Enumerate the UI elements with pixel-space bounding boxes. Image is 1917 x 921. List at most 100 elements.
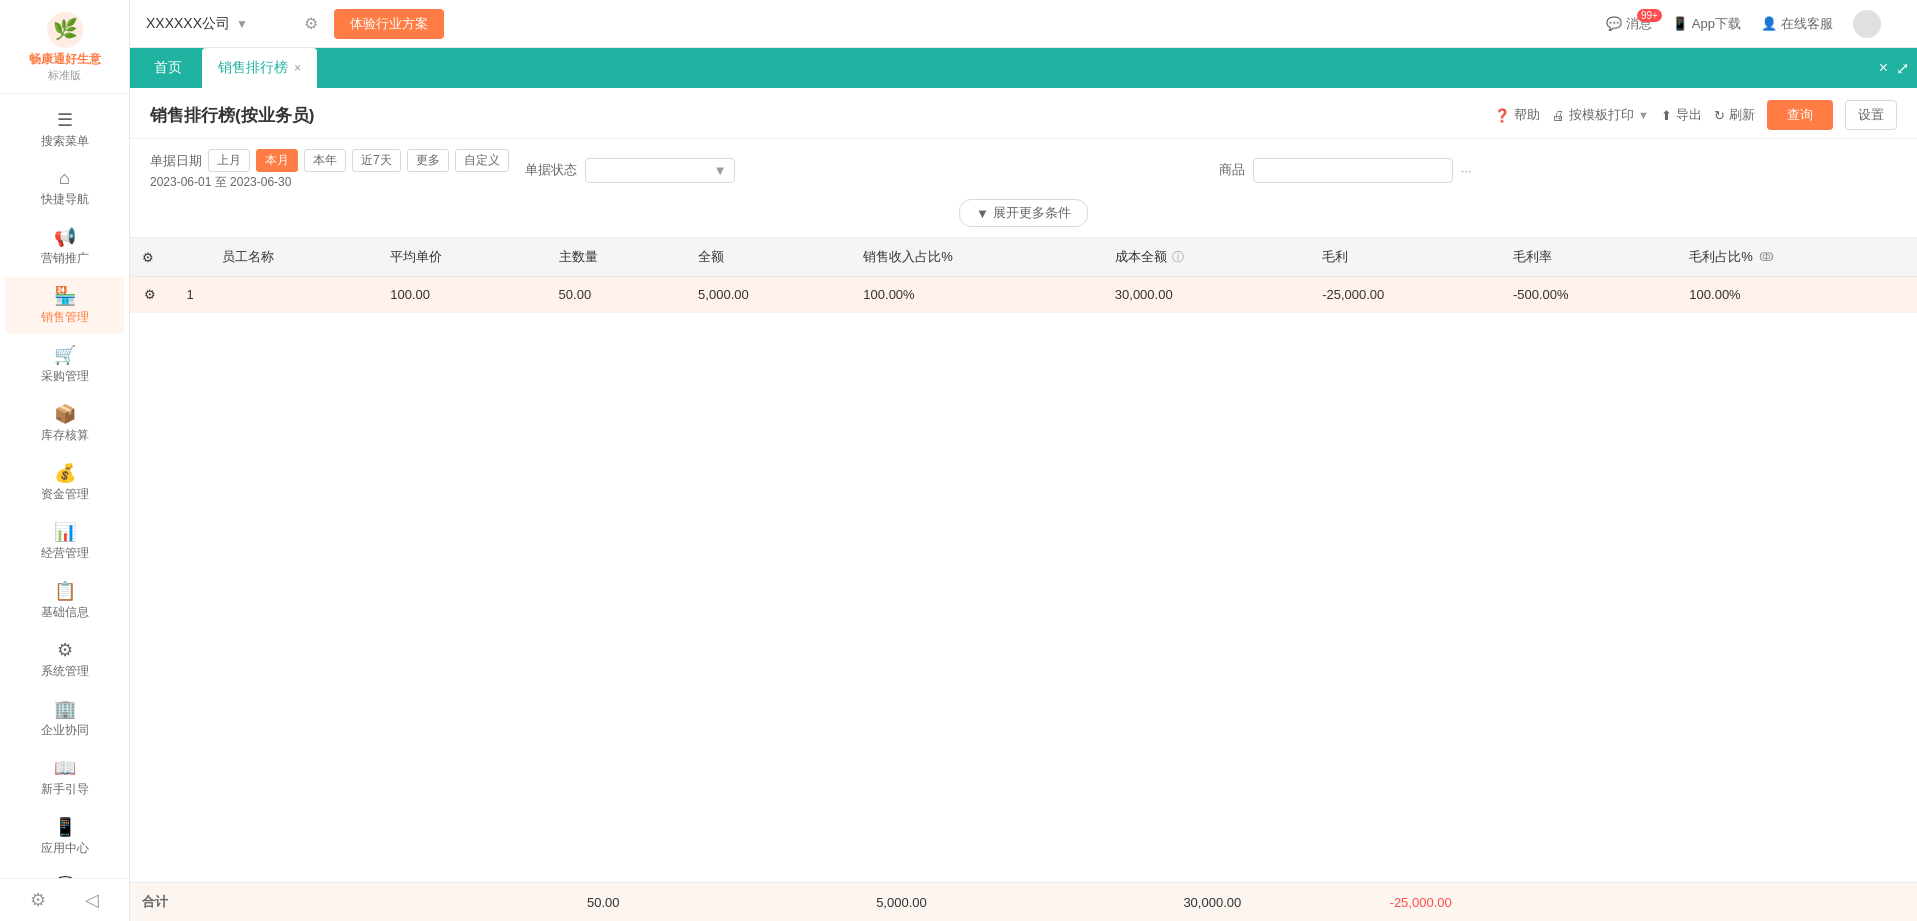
tab-home[interactable]: 首页: [138, 48, 198, 88]
sidebar-item-sales[interactable]: 🏪 销售管理: [5, 277, 124, 334]
date-btn-last-month[interactable]: 上月: [208, 149, 250, 172]
date-btn-this-year[interactable]: 本年: [304, 149, 346, 172]
tab-bar-right: × ⤢: [1879, 59, 1909, 78]
tab-close-icon[interactable]: ×: [294, 61, 301, 75]
row-cost: 30,000.00: [1103, 277, 1310, 313]
sidebar-label-quick-nav: 快捷导航: [41, 191, 89, 208]
th-sales-pct: 销售收入占比%: [851, 238, 1102, 277]
date-btn-this-month[interactable]: 本月: [256, 149, 298, 172]
sidebar-item-quick-nav[interactable]: ⌂快捷导航: [5, 160, 124, 216]
date-label: 单据日期: [150, 152, 202, 170]
page-header: 销售排行榜(按业务员) ❓ 帮助 🖨 按模板打印 ▼ ⬆ 导出 ↻ 刷新: [130, 88, 1917, 139]
th-cost: 成本全额 ⓘ: [1103, 238, 1310, 277]
th-amount: 全额: [686, 238, 851, 277]
status-select-wrapper: ▼: [585, 158, 735, 183]
sidebar-item-enterprise[interactable]: 🏢企业协同: [5, 690, 124, 747]
help-button[interactable]: ❓ 帮助: [1494, 106, 1540, 124]
date-btn-more[interactable]: 更多: [407, 149, 449, 172]
sidebar-icon-system: ⚙: [57, 639, 73, 661]
template-print-label: 按模板打印: [1569, 106, 1634, 124]
refresh-button[interactable]: ↻ 刷新: [1714, 106, 1755, 124]
th-avg-price: 平均单价: [378, 238, 546, 277]
filter-row-main: 单据日期 上月 本月 本年 近7天 更多 自定义 2023-06-01 至 20…: [150, 149, 1897, 191]
settings-button[interactable]: 设置: [1845, 100, 1897, 130]
table-footer: 合计 50.00 5,000.00 30,000.00 -25,000.00: [130, 882, 1917, 921]
avatar[interactable]: [1853, 10, 1881, 38]
template-print-button[interactable]: 🖨 按模板打印 ▼: [1552, 106, 1649, 124]
footer-main-qty: 50.00: [587, 895, 620, 910]
table-container: ⚙ 员工名称 平均单价 主数量 全额 销售收入占比% 成本全额 ⓘ 毛利 毛利率…: [130, 238, 1917, 921]
sidebar-icon-guide: 📖: [54, 757, 76, 779]
sidebar-label-basic: 基础信息: [41, 604, 89, 621]
top-header: XXXXXX公司 ▼ ⚙ 体验行业方案 💬 消息 99+ 📱 App下载 👤 在…: [130, 0, 1917, 48]
export-icon: ⬆: [1661, 108, 1672, 123]
row-rank: 1: [170, 277, 210, 313]
sidebar-item-basic[interactable]: 📋基础信息: [5, 572, 124, 629]
sidebar-collapse-icon[interactable]: ◁: [85, 889, 99, 911]
sidebar: 🌿 畅康通好生意 标准版 ☰搜索菜单⌂快捷导航📢营销推广 🏪 销售管理 🛒 采购管理 📦库…: [0, 0, 130, 921]
sidebar-label-purchase: 采购管理: [41, 368, 89, 385]
logo-text: 畅康通好生意: [29, 52, 101, 68]
footer-gross: -25,000.00: [1390, 895, 1452, 910]
th-main-qty: 主数量: [547, 238, 687, 277]
export-button[interactable]: ⬆ 导出: [1661, 106, 1702, 124]
th-gross-rate: 毛利率: [1501, 238, 1677, 277]
sidebar-item-marketing[interactable]: 📢营销推广: [5, 218, 124, 275]
sidebar-item-inventory[interactable]: 📦库存核算: [5, 395, 124, 452]
expand-row: ▼ 展开更多条件: [150, 199, 1897, 227]
sidebar-item-purchase[interactable]: 🛒 采购管理: [5, 336, 124, 393]
goods-input[interactable]: [1253, 158, 1453, 183]
data-table: ⚙ 员工名称 平均单价 主数量 全额 销售收入占比% 成本全额 ⓘ 毛利 毛利率…: [130, 238, 1917, 313]
status-select[interactable]: [585, 158, 735, 183]
expand-label: 展开更多条件: [993, 204, 1071, 222]
cost-info-icon: ⓘ: [1172, 250, 1184, 264]
window-expand-icon[interactable]: ⤢: [1896, 59, 1909, 78]
sidebar-item-operation[interactable]: 📊经营管理: [5, 513, 124, 570]
sidebar-item-search[interactable]: ☰搜索菜单: [5, 101, 124, 158]
row-gross-rate: -500.00%: [1501, 277, 1677, 313]
header-settings-icon[interactable]: ⚙: [304, 14, 318, 33]
gross-pct-info-icon: ↂ: [1759, 250, 1774, 264]
row-sales-pct: 100.00%: [851, 277, 1102, 313]
sidebar-icon-sales: 🏪: [54, 285, 76, 307]
sidebar-label-system: 系统管理: [41, 663, 89, 680]
tab-sales-ranking[interactable]: 销售排行榜 ×: [202, 48, 317, 88]
sidebar-label-sales: 销售管理: [41, 309, 89, 326]
header-right: 💬 消息 99+ 📱 App下载 👤 在线客服: [1606, 10, 1901, 38]
status-filter-group: 单据状态 ▼: [525, 158, 1203, 183]
sidebar-item-guide[interactable]: 📖新手引导: [5, 749, 124, 806]
row-main-qty: 50.00: [547, 277, 687, 313]
footer-label: 合计: [142, 893, 222, 911]
help-icon: ❓: [1494, 108, 1510, 123]
sidebar-label-enterprise: 企业协同: [41, 722, 89, 739]
sidebar-item-finance[interactable]: 💰资金管理: [5, 454, 124, 511]
app-download-item[interactable]: 📱 App下载: [1672, 15, 1741, 33]
sidebar-item-appstore[interactable]: 📱应用中心: [5, 808, 124, 865]
window-close-icon[interactable]: ×: [1879, 59, 1888, 77]
date-btn-custom[interactable]: 自定义: [455, 149, 509, 172]
goods-more-icon[interactable]: ···: [1461, 163, 1472, 178]
message-item[interactable]: 💬 消息 99+: [1606, 15, 1652, 33]
company-dropdown-arrow: ▼: [236, 17, 248, 31]
date-btn-7days[interactable]: 近7天: [352, 149, 401, 172]
sidebar-label-search: 搜索菜单: [41, 133, 89, 150]
row-settings[interactable]: ⚙: [130, 277, 170, 313]
sidebar-label-finance: 资金管理: [41, 486, 89, 503]
trial-button[interactable]: 体验行业方案: [334, 9, 444, 39]
table-header-row: ⚙ 员工名称 平均单价 主数量 全额 销售收入占比% 成本全额 ⓘ 毛利 毛利率…: [130, 238, 1917, 277]
logo-sub: 标准版: [48, 68, 81, 83]
sidebar-icon-purchase: 🛒: [54, 344, 76, 366]
sidebar-settings-icon[interactable]: ⚙: [30, 889, 46, 911]
refresh-icon: ↻: [1714, 108, 1725, 123]
company-selector[interactable]: XXXXXX公司 ▼: [146, 15, 296, 33]
expand-button[interactable]: ▼ 展开更多条件: [959, 199, 1088, 227]
sidebar-item-system[interactable]: ⚙ 系统管理: [5, 631, 124, 688]
query-button[interactable]: 查询: [1767, 100, 1833, 130]
page-title: 销售排行榜(按业务员): [150, 104, 1494, 127]
logo-icon: 🌿: [45, 10, 85, 50]
online-service-icon: 👤: [1761, 16, 1777, 31]
online-service-item[interactable]: 👤 在线客服: [1761, 15, 1833, 33]
row-gross-pct: 100.00%: [1677, 277, 1917, 313]
th-settings[interactable]: ⚙: [130, 238, 170, 277]
sidebar-item-wechat[interactable]: 💬企业微信: [5, 867, 124, 878]
